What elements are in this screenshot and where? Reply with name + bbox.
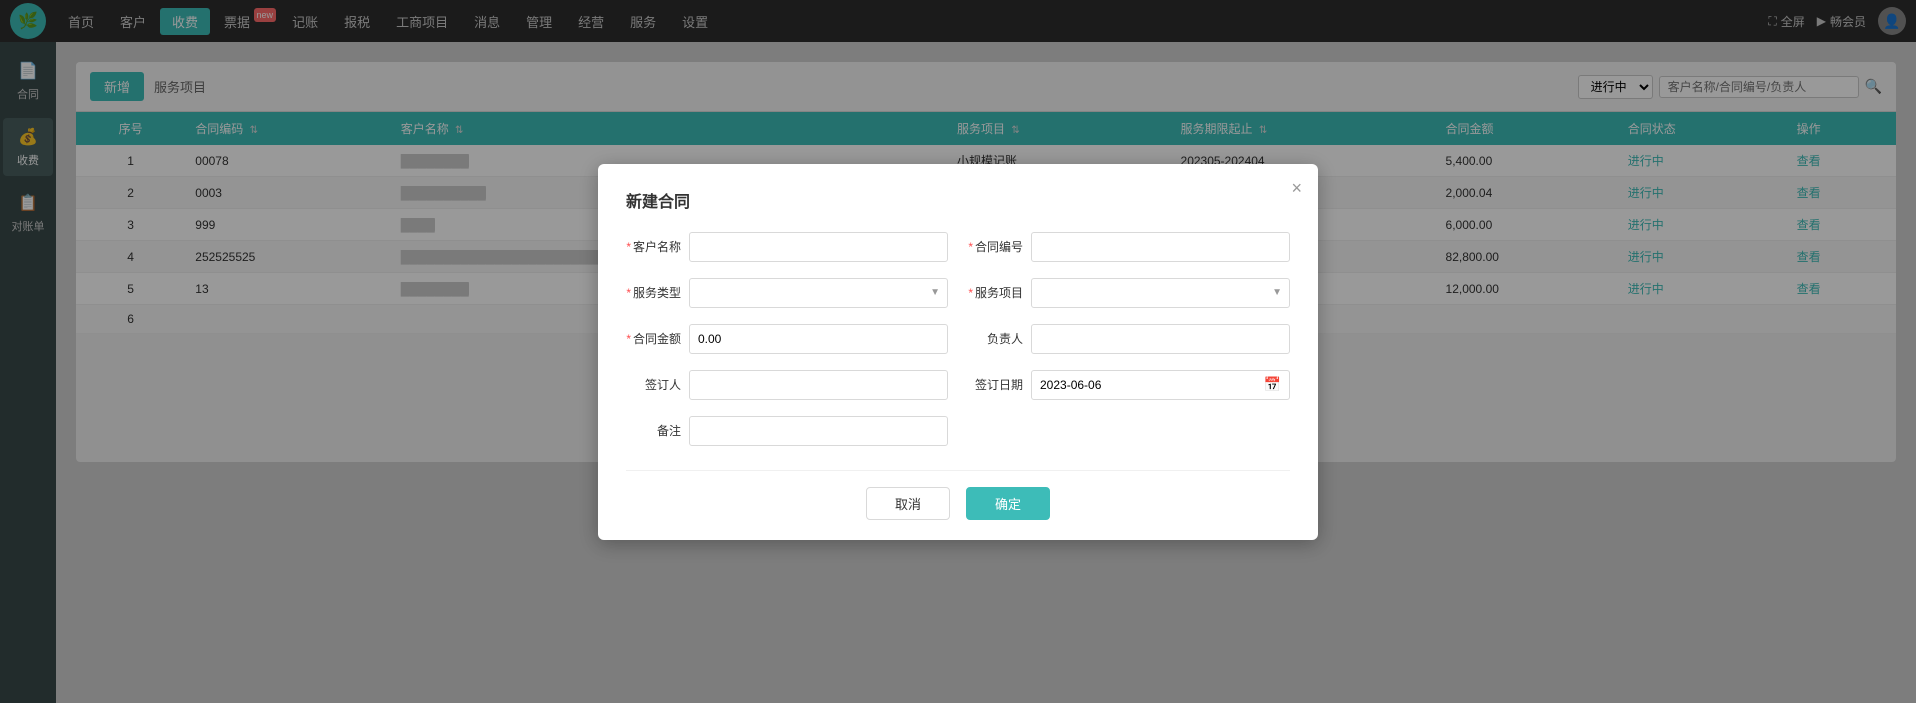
form-group-remarks: 备注 — [626, 416, 948, 446]
person-label: 负责人 — [968, 330, 1023, 347]
calendar-icon[interactable]: 📅 — [1264, 376, 1281, 393]
modal-footer: 取消 确定 — [626, 470, 1290, 520]
form-row-3: *合同金额 负责人 — [626, 324, 1290, 354]
sign-date-label: 签订日期 — [968, 376, 1023, 393]
service-item-select-wrapper: ▼ — [1031, 278, 1290, 308]
customer-name-input[interactable] — [689, 232, 948, 262]
amount-input[interactable] — [689, 324, 948, 354]
remarks-input[interactable] — [689, 416, 948, 446]
signer-label: 签订人 — [626, 376, 681, 393]
contract-no-label: *合同编号 — [968, 238, 1023, 255]
form-row-1: *客户名称 *合同编号 — [626, 232, 1290, 262]
modal-close-button[interactable]: × — [1291, 178, 1302, 199]
form-group-sign-date: 签订日期 📅 — [968, 370, 1290, 400]
form-row-5: 备注 — [626, 416, 1290, 446]
service-type-label: *服务类型 — [626, 284, 681, 301]
form-group-signer: 签订人 — [626, 370, 948, 400]
date-input-wrapper: 📅 — [1031, 370, 1290, 400]
form-group-person: 负责人 — [968, 324, 1290, 354]
service-type-select[interactable] — [689, 278, 948, 308]
customer-name-label: *客户名称 — [626, 238, 681, 255]
form-group-contract-no: *合同编号 — [968, 232, 1290, 262]
remarks-label: 备注 — [626, 422, 681, 439]
service-type-select-wrapper: ▼ — [689, 278, 948, 308]
signer-input[interactable] — [689, 370, 948, 400]
modal-title: 新建合同 — [626, 188, 1290, 212]
form-row-2: *服务类型 ▼ *服务项目 ▼ — [626, 278, 1290, 308]
sign-date-input[interactable] — [1040, 378, 1260, 392]
confirm-button[interactable]: 确定 — [966, 487, 1050, 520]
amount-label: *合同金额 — [626, 330, 681, 347]
service-item-label: *服务项目 — [968, 284, 1023, 301]
service-item-select[interactable] — [1031, 278, 1290, 308]
contract-no-input[interactable] — [1031, 232, 1290, 262]
form-group-service-item: *服务项目 ▼ — [968, 278, 1290, 308]
form-group-customer: *客户名称 — [626, 232, 948, 262]
form-row-4: 签订人 签订日期 📅 — [626, 370, 1290, 400]
cancel-button[interactable]: 取消 — [866, 487, 950, 520]
modal-overlay: 新建合同 × *客户名称 *合同编号 *服务类型 — [0, 0, 1916, 703]
form-group-amount: *合同金额 — [626, 324, 948, 354]
person-input[interactable] — [1031, 324, 1290, 354]
form-group-service-type: *服务类型 ▼ — [626, 278, 948, 308]
modal-dialog: 新建合同 × *客户名称 *合同编号 *服务类型 — [598, 164, 1318, 540]
